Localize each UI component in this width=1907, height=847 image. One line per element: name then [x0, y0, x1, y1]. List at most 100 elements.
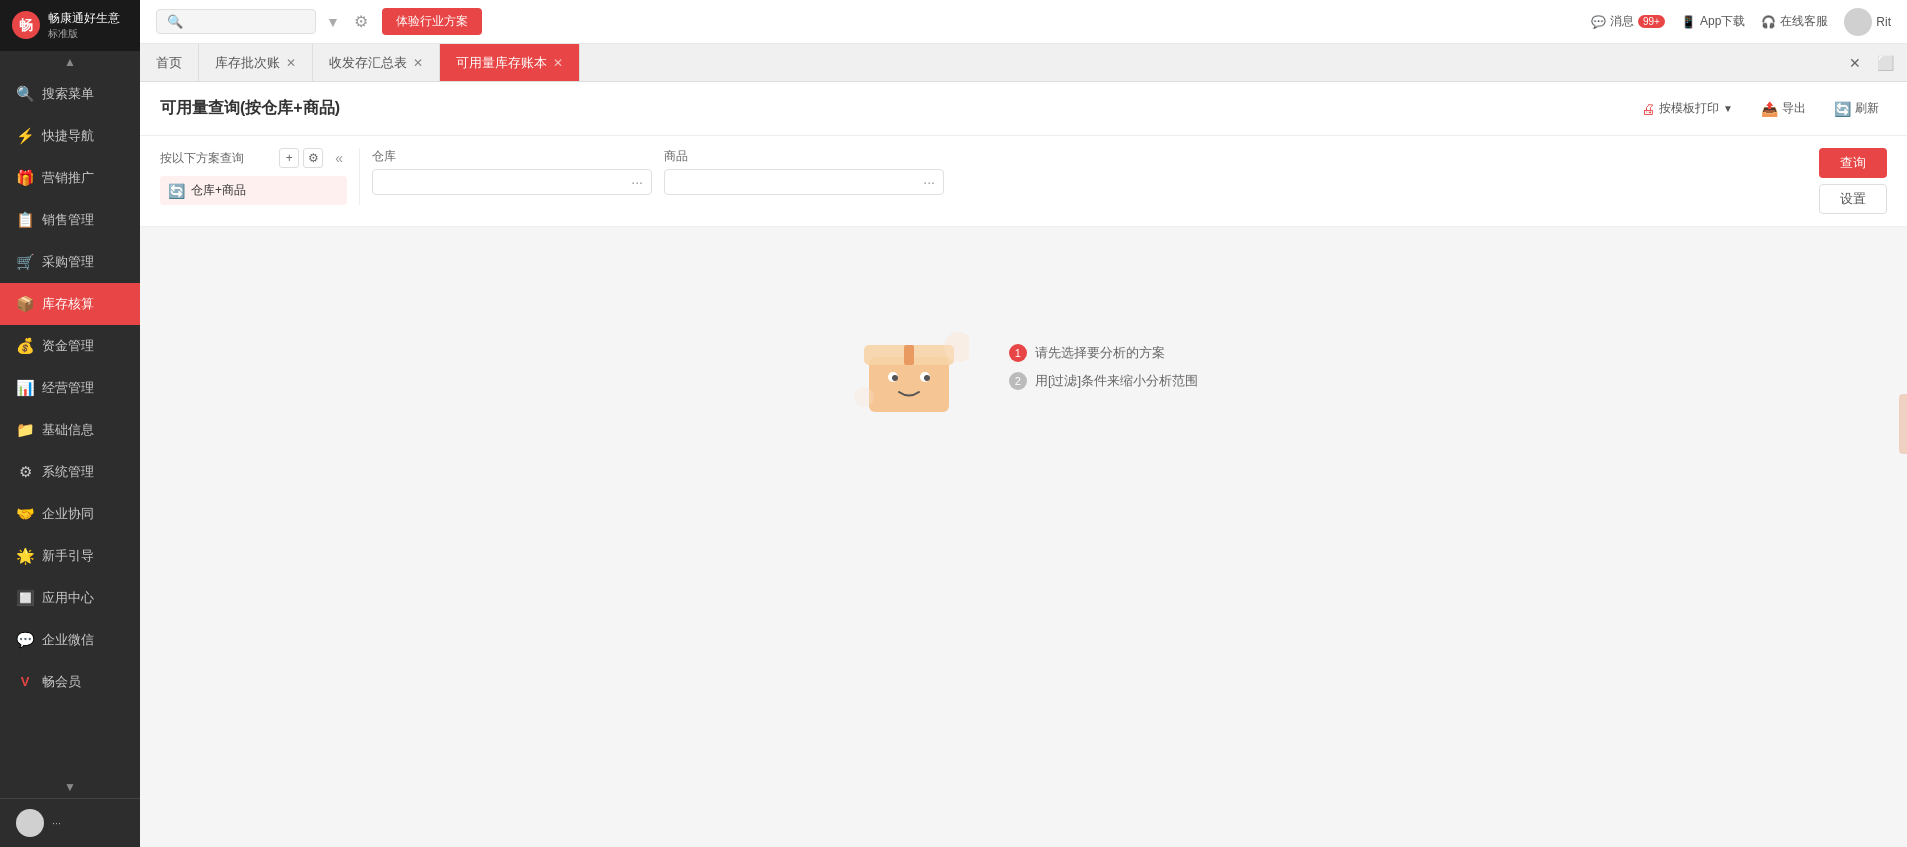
- sidebar-item-label: 企业微信: [42, 631, 94, 649]
- collapse-btn[interactable]: «: [331, 150, 347, 166]
- gear-icon[interactable]: ⚙: [350, 8, 372, 35]
- goods-input[interactable]: [673, 175, 917, 189]
- export-btn[interactable]: 📤 导出: [1753, 96, 1814, 121]
- tab-close-batch[interactable]: ✕: [286, 57, 296, 69]
- export-label: 导出: [1782, 100, 1806, 117]
- query-btn[interactable]: 查询: [1819, 148, 1887, 178]
- topbar-search-wrapper[interactable]: 🔍: [156, 9, 316, 34]
- sidebar-item-apps[interactable]: 🔲 应用中心: [0, 577, 140, 619]
- settings-btn[interactable]: 设置: [1819, 184, 1887, 214]
- tab-close-btn[interactable]: ✕: [1841, 49, 1869, 77]
- online-service-btn[interactable]: 🎧 在线客服: [1761, 13, 1828, 30]
- sidebar-item-label: 经营管理: [42, 379, 94, 397]
- warehouse-more-btn[interactable]: ···: [631, 174, 643, 190]
- sidebar-item-shortcut[interactable]: ⚡ 快捷导航: [0, 115, 140, 157]
- sidebar-scroll-down[interactable]: ▼: [0, 776, 140, 798]
- empty-illustration: [849, 307, 969, 427]
- goods-input-wrapper[interactable]: ···: [664, 169, 944, 195]
- tab-close-receipt[interactable]: ✕: [413, 57, 423, 69]
- filter-scheme-panel: 按以下方案查询 + ⚙ « 🔄 仓库+商品: [160, 148, 360, 205]
- sidebar-item-vip[interactable]: V 畅会员: [0, 661, 140, 703]
- sidebar-extra: ···: [52, 817, 61, 829]
- sidebar-item-label: 新手引导: [42, 547, 94, 565]
- filter-scheme-header: 按以下方案查询 + ⚙ «: [160, 148, 347, 168]
- sidebar-item-system[interactable]: ⚙ 系统管理: [0, 451, 140, 493]
- sidebar-item-wechat[interactable]: 💬 企业微信: [0, 619, 140, 661]
- vip-icon: V: [16, 674, 34, 689]
- tab-close-available[interactable]: ✕: [553, 57, 563, 69]
- hint-text-1: 请先选择要分析的方案: [1035, 344, 1165, 362]
- warehouse-input[interactable]: [381, 175, 625, 189]
- avatar: [16, 809, 44, 837]
- tab-home[interactable]: 首页: [140, 44, 199, 82]
- topbar-right: 💬 消息 99+ 📱 App下载 🎧 在线客服 Rit: [1591, 8, 1891, 36]
- logo-icon: 畅: [12, 11, 40, 39]
- app-download-label: App下载: [1700, 13, 1745, 30]
- sidebar-item-purchase[interactable]: 🛒 采购管理: [0, 241, 140, 283]
- empty-hints: 1 请先选择要分析的方案 2 用[过滤]条件来缩小分析范围: [1009, 344, 1198, 390]
- sidebar-item-operations[interactable]: 📊 经营管理: [0, 367, 140, 409]
- svg-point-8: [854, 387, 874, 407]
- right-scroll-indicator: [1899, 394, 1907, 454]
- enterprise-icon: 🤝: [16, 505, 34, 523]
- print-icon: 🖨: [1641, 101, 1655, 117]
- svg-point-6: [924, 375, 930, 381]
- basic-info-icon: 📁: [16, 421, 34, 439]
- sidebar-user-area[interactable]: ···: [0, 798, 140, 847]
- marketing-icon: 🎁: [16, 169, 34, 187]
- svg-point-5: [892, 375, 898, 381]
- sidebar-item-label: 销售管理: [42, 211, 94, 229]
- search-icon: 🔍: [16, 85, 34, 103]
- print-btn[interactable]: 🖨 按模板打印 ▼: [1633, 96, 1741, 121]
- empty-svg: [849, 307, 969, 427]
- tabbar: 首页 库存批次账 ✕ 收发存汇总表 ✕ 可用量库存账本 ✕ ✕ ⬜: [140, 44, 1907, 82]
- hint-num-2: 2: [1009, 372, 1027, 390]
- headset-icon: 🎧: [1761, 15, 1776, 29]
- finance-icon: 💰: [16, 337, 34, 355]
- sidebar-item-marketing[interactable]: 🎁 营销推广: [0, 157, 140, 199]
- sidebar-item-label: 资金管理: [42, 337, 94, 355]
- tab-receipt-summary[interactable]: 收发存汇总表 ✕: [313, 44, 440, 82]
- trial-btn[interactable]: 体验行业方案: [382, 8, 482, 35]
- message-label: 消息: [1610, 13, 1634, 30]
- tab-available-ledger[interactable]: 可用量库存账本 ✕: [440, 44, 580, 82]
- logo-sub: 标准版: [48, 27, 120, 41]
- topbar: 🔍 ▼ ⚙ 体验行业方案 💬 消息 99+ 📱 App下载 🎧 在线客服 Rit: [140, 0, 1907, 44]
- goods-more-btn[interactable]: ···: [923, 174, 935, 190]
- sidebar-item-label: 畅会员: [42, 673, 81, 691]
- refresh-label: 刷新: [1855, 100, 1879, 117]
- message-btn[interactable]: 💬 消息 99+: [1591, 13, 1665, 30]
- sidebar-item-label: 基础信息: [42, 421, 94, 439]
- sidebar-item-finance[interactable]: 💰 资金管理: [0, 325, 140, 367]
- onboarding-icon: 🌟: [16, 547, 34, 565]
- sidebar: 畅 畅康通好生意 标准版 ▲ 🔍 搜索菜单 ⚡ 快捷导航 🎁 营销推广 📋 销售…: [0, 0, 140, 847]
- sidebar-item-basic-info[interactable]: 📁 基础信息: [0, 409, 140, 451]
- sidebar-scroll-up[interactable]: ▲: [0, 51, 140, 73]
- tab-maximize-btn[interactable]: ⬜: [1871, 49, 1899, 77]
- scheme-label: 按以下方案查询: [160, 150, 244, 167]
- warehouse-input-wrapper[interactable]: ···: [372, 169, 652, 195]
- manage-scheme-btn[interactable]: ⚙: [303, 148, 323, 168]
- sidebar-item-sales[interactable]: 📋 销售管理: [0, 199, 140, 241]
- dropdown-icon[interactable]: ▼: [326, 14, 340, 30]
- dropdown-chevron[interactable]: ▼: [1723, 103, 1733, 114]
- scheme-warehouse-goods[interactable]: 🔄 仓库+商品: [160, 176, 347, 205]
- sidebar-item-search[interactable]: 🔍 搜索菜单: [0, 73, 140, 115]
- logo-title: 畅康通好生意: [48, 10, 120, 27]
- user-area[interactable]: Rit: [1844, 8, 1891, 36]
- search-input[interactable]: [189, 15, 305, 29]
- refresh-btn[interactable]: 🔄 刷新: [1826, 96, 1887, 121]
- sidebar-item-onboarding[interactable]: 🌟 新手引导: [0, 535, 140, 577]
- sidebar-item-inventory[interactable]: 📦 库存核算: [0, 283, 140, 325]
- add-scheme-btn[interactable]: +: [279, 148, 299, 168]
- tab-batch-account[interactable]: 库存批次账 ✕: [199, 44, 313, 82]
- sidebar-scroll-area: 🔍 搜索菜单 ⚡ 快捷导航 🎁 营销推广 📋 销售管理 🛒 采购管理 📦 库存核…: [0, 73, 140, 776]
- search-icon: 🔍: [167, 14, 183, 29]
- empty-hint-2: 2 用[过滤]条件来缩小分析范围: [1009, 372, 1198, 390]
- sidebar-item-enterprise[interactable]: 🤝 企业协同: [0, 493, 140, 535]
- app-download-btn[interactable]: 📱 App下载: [1681, 13, 1745, 30]
- user-name: Rit: [1876, 15, 1891, 29]
- system-icon: ⚙: [16, 463, 34, 481]
- page-header: 可用量查询(按仓库+商品) 🖨 按模板打印 ▼ 📤 导出 🔄 刷新: [140, 82, 1907, 136]
- message-badge: 99+: [1638, 15, 1665, 28]
